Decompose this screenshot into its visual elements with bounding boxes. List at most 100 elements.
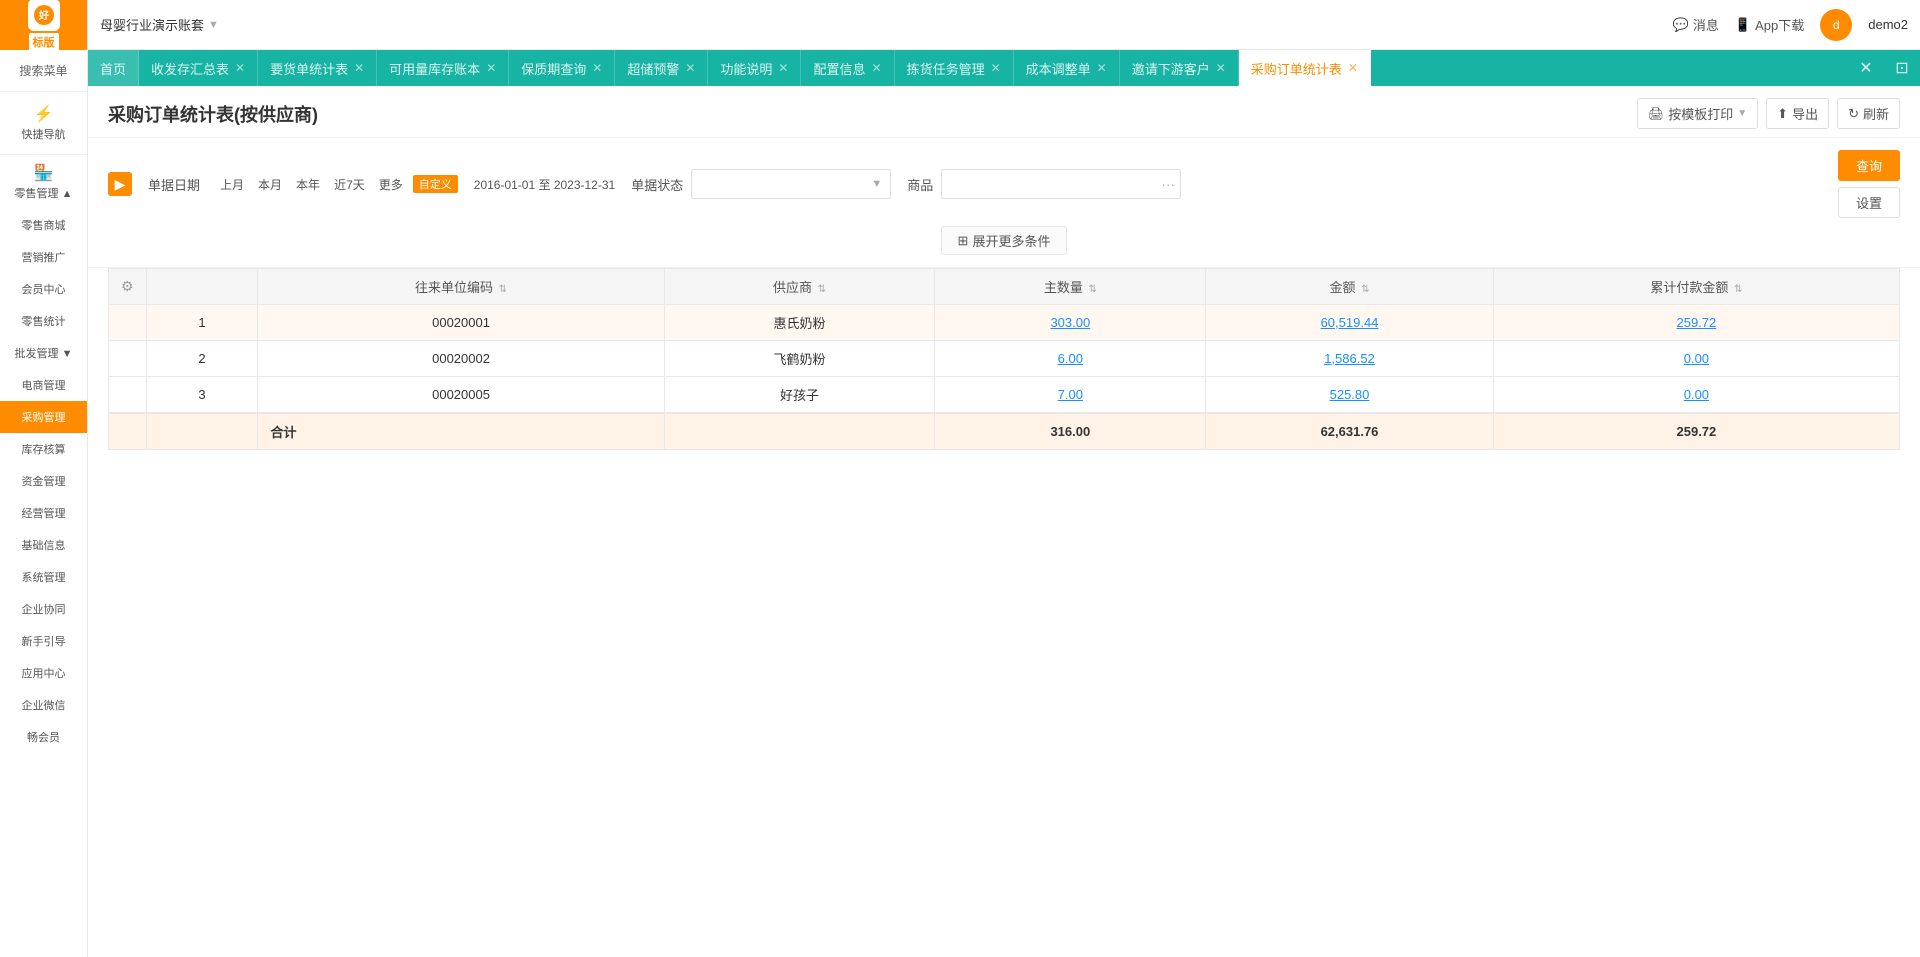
sidebar-item-retail-mgmt[interactable]: 🏪 零售管理 ▲ xyxy=(0,155,87,209)
filter-toggle-btn[interactable]: ▶ xyxy=(108,172,132,196)
tab-available-inventory[interactable]: 可用量库存账本 ✕ xyxy=(377,50,509,86)
row-main-qty-cell[interactable]: 7.00 xyxy=(935,377,1206,414)
tab-cost-adjust-close-icon[interactable]: ✕ xyxy=(1097,61,1107,75)
sidebar-item-purchase-mgmt[interactable]: 采购管理 xyxy=(0,401,87,433)
tab-overstock-warning[interactable]: 超储预警 ✕ xyxy=(615,50,708,86)
sidebar-item-sys-mgmt[interactable]: 系统管理 xyxy=(0,561,87,593)
sidebar-item-member-center[interactable]: 会员中心 xyxy=(0,273,87,305)
date-option-more[interactable]: 更多 xyxy=(375,174,407,195)
tab-goods-stats[interactable]: 要货单统计表 ✕ xyxy=(258,50,377,86)
sidebar-item-ecommerce[interactable]: 电商管理 xyxy=(0,369,87,401)
tab-available-inventory-close-icon[interactable]: ✕ xyxy=(486,61,496,75)
tab-pick-task[interactable]: 拣货任务管理 ✕ xyxy=(895,50,1014,86)
sidebar-item-inventory[interactable]: 库存核算 xyxy=(0,433,87,465)
close-tab-btn[interactable]: ✕ xyxy=(1848,50,1884,86)
topbar: 母婴行业演示账套 ▼ 💬 消息 📱 App下载 d demo2 xyxy=(88,0,1920,50)
row-supplier-cell: 好孩子 xyxy=(664,377,935,414)
user-avatar[interactable]: d xyxy=(1820,9,1852,41)
sidebar-item-finance[interactable]: 资金管理 xyxy=(0,465,87,497)
amount-sort-icon[interactable]: ⇅ xyxy=(1361,284,1369,295)
date-option-last-month[interactable]: 上月 xyxy=(216,174,248,195)
date-custom-tag[interactable]: 自定义 xyxy=(413,175,458,193)
row-amount-cell[interactable]: 1,586.52 xyxy=(1206,341,1494,377)
tab-goods-stats-close-icon[interactable]: ✕ xyxy=(354,61,364,75)
cumulative-sort-icon[interactable]: ⇅ xyxy=(1734,284,1742,295)
tab-overstock-warning-close-icon[interactable]: ✕ xyxy=(685,61,695,75)
username-label[interactable]: demo2 xyxy=(1868,17,1908,32)
search-menu-btn[interactable]: 搜索菜单 xyxy=(0,58,87,83)
goods-input-wrapper: ··· xyxy=(941,169,1181,199)
tab-invite-downstream-close-icon[interactable]: ✕ xyxy=(1216,61,1226,75)
tab-config-info[interactable]: 配置信息 ✕ xyxy=(801,50,894,86)
tab-home-label: 首页 xyxy=(100,59,126,78)
date-option-7days[interactable]: 近7天 xyxy=(330,174,369,195)
tab-purchase-stats[interactable]: 采购订单统计表 ✕ xyxy=(1239,50,1371,86)
tab-expiry-query[interactable]: 保质期查询 ✕ xyxy=(509,50,615,86)
expand-more-btn[interactable]: ⊞ 展开更多条件 xyxy=(941,226,1068,255)
template-dropdown-icon: ▼ xyxy=(1737,108,1747,119)
col-supplier-header: 供应商 ⇅ xyxy=(664,269,935,305)
sidebar-item-new-guide[interactable]: 新手引导 xyxy=(0,625,87,657)
table-body: 1 00020001 惠氏奶粉 303.00 60,519.44 259.72 … xyxy=(109,305,1900,414)
row-unit-code-cell: 00020002 xyxy=(258,341,664,377)
template-print-btn[interactable]: 🖨 按模板打印 ▼ xyxy=(1637,98,1758,129)
company-name: 母婴行业演示账套 xyxy=(100,15,204,34)
tab-config-info-close-icon[interactable]: ✕ xyxy=(872,61,882,75)
status-select-arrow-icon: ▼ xyxy=(871,178,882,190)
row-amount-cell[interactable]: 60,519.44 xyxy=(1206,305,1494,341)
status-select[interactable]: ▼ xyxy=(691,169,891,199)
message-btn[interactable]: 💬 消息 xyxy=(1673,15,1719,34)
row-unit-code-cell: 00020001 xyxy=(258,305,664,341)
company-selector-chevron-icon: ▼ xyxy=(208,19,219,31)
main-qty-sort-icon[interactable]: ⇅ xyxy=(1088,284,1096,295)
tab-expiry-query-close-icon[interactable]: ✕ xyxy=(592,61,602,75)
tab-pick-task-close-icon[interactable]: ✕ xyxy=(991,61,1001,75)
date-option-this-year[interactable]: 本年 xyxy=(292,174,324,195)
tab-func-desc-close-icon[interactable]: ✕ xyxy=(778,61,788,75)
tab-collect-summary-close-icon[interactable]: ✕ xyxy=(235,61,245,75)
sidebar-item-enterprise-wechat[interactable]: 企业微信 xyxy=(0,689,87,721)
tab-collect-summary[interactable]: 收发存汇总表 ✕ xyxy=(139,50,258,86)
sidebar-item-app-center[interactable]: 应用中心 xyxy=(0,657,87,689)
footer-settings-cell xyxy=(109,413,147,450)
tab-home[interactable]: 首页 xyxy=(88,50,139,86)
row-main-qty-cell[interactable]: 6.00 xyxy=(935,341,1206,377)
row-amount-cell[interactable]: 525.80 xyxy=(1206,377,1494,414)
filter-settings-btn[interactable]: 设置 xyxy=(1838,187,1900,218)
row-cumulative-cell[interactable]: 0.00 xyxy=(1493,377,1899,414)
sidebar-item-operations[interactable]: 经营管理 xyxy=(0,497,87,529)
tab-invite-downstream[interactable]: 邀请下游客户 ✕ xyxy=(1120,50,1239,86)
table-header-row: ⚙ 往来单位编码 ⇅ 供应商 ⇅ xyxy=(109,269,1900,305)
row-main-qty-cell[interactable]: 303.00 xyxy=(935,305,1206,341)
query-btn[interactable]: 查询 xyxy=(1838,150,1900,181)
date-option-this-month[interactable]: 本月 xyxy=(254,174,286,195)
export-btn[interactable]: ⬆ 导出 xyxy=(1766,98,1829,129)
goods-input-dots-icon[interactable]: ··· xyxy=(1161,176,1175,192)
sidebar-item-quick-nav[interactable]: ⚡ 快捷导航 xyxy=(0,96,87,150)
goods-input[interactable] xyxy=(941,169,1181,199)
tab-cost-adjust[interactable]: 成本调整单 ✕ xyxy=(1014,50,1120,86)
sidebar-item-marketing[interactable]: 营销推广 xyxy=(0,241,87,273)
app-download-btn[interactable]: 📱 App下载 xyxy=(1735,15,1804,34)
refresh-btn[interactable]: ↻ 刷新 xyxy=(1837,98,1900,129)
row-index-cell: 2 xyxy=(146,341,258,377)
filter-actions-right: 查询 设置 xyxy=(1838,150,1900,218)
supplier-sort-icon[interactable]: ⇅ xyxy=(818,284,826,295)
table-row: 3 00020005 好孩子 7.00 525.80 0.00 xyxy=(109,377,1900,414)
sidebar-item-batch-mgmt[interactable]: 批发管理 ▼ xyxy=(0,337,87,369)
row-cumulative-cell[interactable]: 0.00 xyxy=(1493,341,1899,377)
sidebar-item-vip-member[interactable]: 畅会员 xyxy=(0,721,87,753)
unit-code-sort-icon[interactable]: ⇅ xyxy=(499,284,507,295)
tab-func-desc[interactable]: 功能说明 ✕ xyxy=(708,50,801,86)
row-cumulative-cell[interactable]: 259.72 xyxy=(1493,305,1899,341)
sidebar-item-retail-shop[interactable]: 零售商城 xyxy=(0,209,87,241)
expand-tabs-btn[interactable]: ⊡ xyxy=(1884,50,1920,86)
tabbar-actions: ✕ ⊡ xyxy=(1848,50,1920,86)
sidebar-item-retail-stats[interactable]: 零售统计 xyxy=(0,305,87,337)
tab-purchase-stats-close-icon[interactable]: ✕ xyxy=(1348,61,1358,75)
sidebar-item-enterprise[interactable]: 企业协同 xyxy=(0,593,87,625)
column-settings-icon[interactable]: ⚙ xyxy=(121,278,134,294)
row-settings-cell xyxy=(109,377,147,414)
company-selector[interactable]: 母婴行业演示账套 ▼ xyxy=(100,15,219,34)
sidebar-item-basic-info[interactable]: 基础信息 xyxy=(0,529,87,561)
